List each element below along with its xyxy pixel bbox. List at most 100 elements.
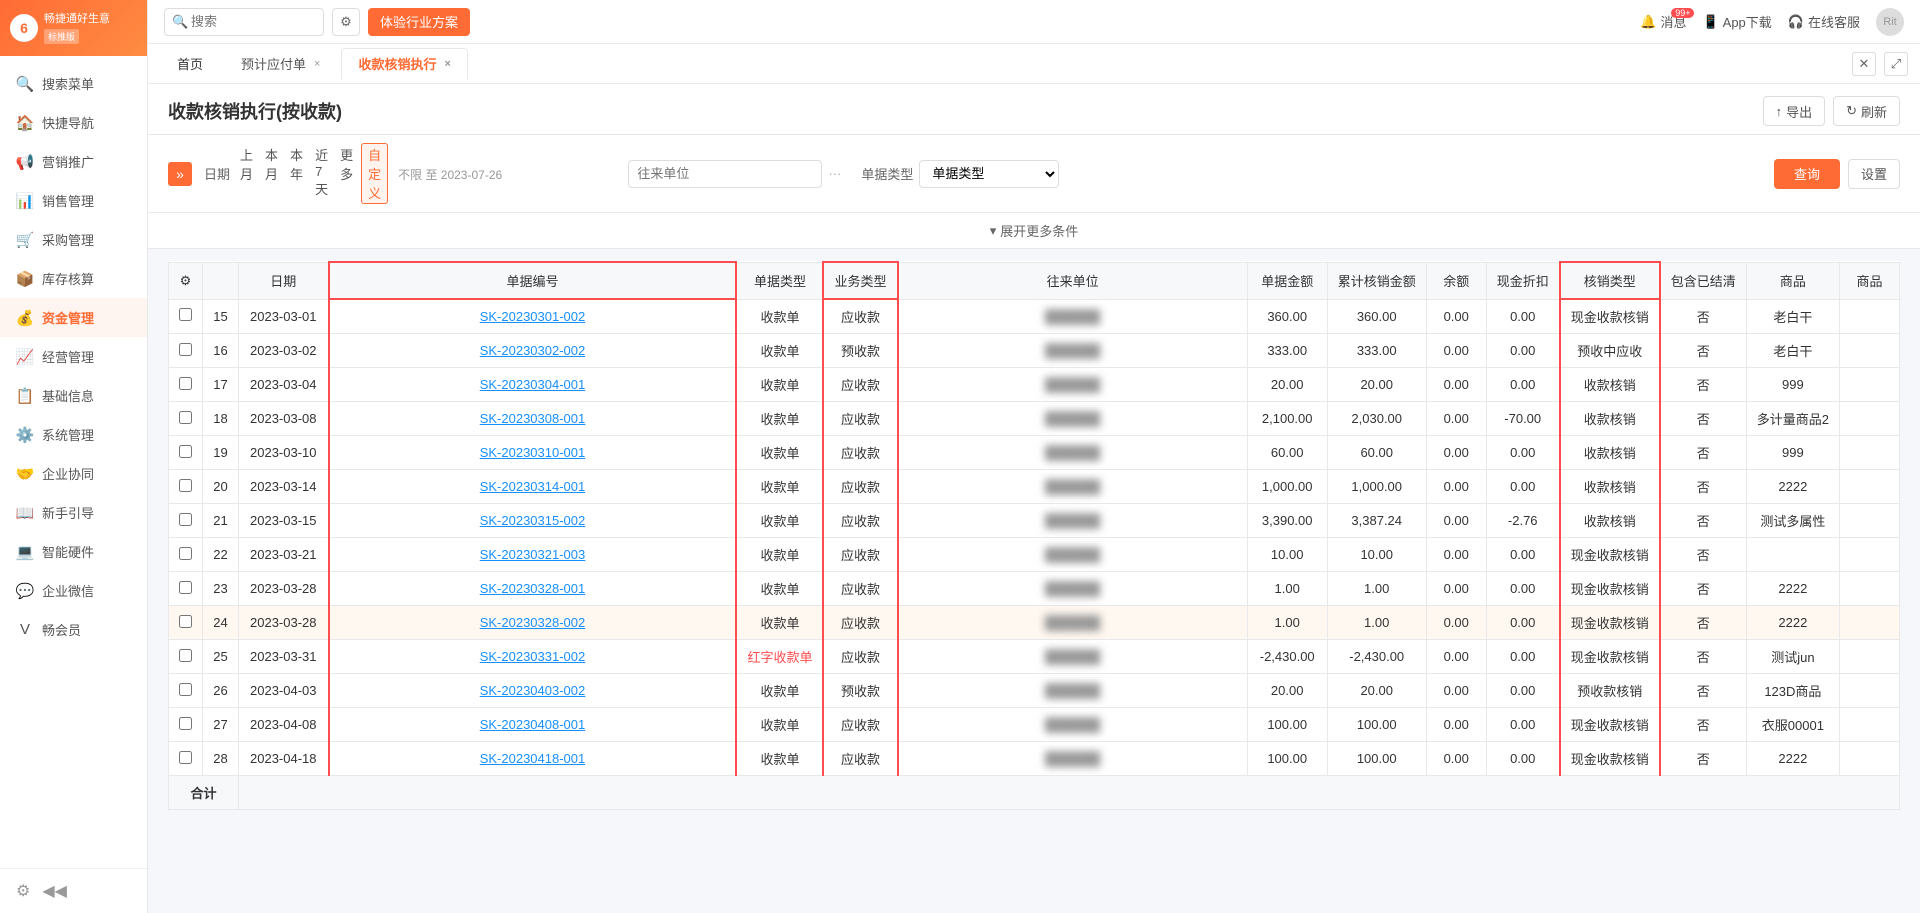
th-included[interactable]: 包含已结清 [1660,262,1747,299]
cell-settings[interactable] [169,708,203,742]
export-button[interactable]: ↑ 导出 [1763,96,1826,126]
tab-prepay[interactable]: 预计应付单 × [224,48,337,80]
sn-link[interactable]: SK-20230408-001 [480,717,586,732]
partner-filter-input[interactable] [628,160,822,188]
sidebar-item-guide[interactable]: 📖 新手引导 [0,493,147,532]
cell-settings[interactable] [169,470,203,504]
filter-settings-button[interactable]: 设置 [1848,159,1900,189]
collapse-icon[interactable]: ◀◀ [42,881,67,901]
tab-collection[interactable]: 收款核销执行 × [341,48,467,80]
sidebar-item-finance[interactable]: 💰 资金管理 [0,298,147,337]
row-checkbox[interactable] [179,581,192,594]
sn-link[interactable]: SK-20230301-002 [480,309,586,324]
date-this-year[interactable]: 本年 [286,143,307,204]
sidebar-item-enterprise[interactable]: 🤝 企业协同 [0,454,147,493]
trial-industry-button[interactable]: 体验行业方案 [368,8,470,36]
sidebar-item-sales[interactable]: 📊 销售管理 [0,181,147,220]
settings-gear-icon[interactable]: ⚙ [16,881,30,901]
app-download-link[interactable]: 📱 App下载 [1702,12,1771,31]
cell-settings[interactable] [169,606,203,640]
sidebar-item-purchase[interactable]: 🛒 采购管理 [0,220,147,259]
row-checkbox[interactable] [179,751,192,764]
sidebar-item-system[interactable]: ⚙️ 系统管理 [0,415,147,454]
tab-close-all-button[interactable]: ✕ [1852,52,1876,76]
th-goods2[interactable]: 商品 [1840,262,1900,299]
tab-restore-button[interactable]: ⤢ [1884,52,1908,76]
sn-link[interactable]: SK-20230315-002 [480,513,586,528]
row-checkbox[interactable] [179,547,192,560]
receipt-type-select[interactable]: 单据类型 [919,160,1059,188]
sn-link[interactable]: SK-20230314-001 [480,479,586,494]
cell-settings[interactable] [169,572,203,606]
sidebar-item-marketing[interactable]: 📢 营销推广 [0,142,147,181]
sn-link[interactable]: SK-20230321-003 [480,547,586,562]
row-checkbox[interactable] [179,717,192,730]
th-amount[interactable]: 单据金额 [1247,262,1327,299]
topnav-search-input[interactable] [164,8,324,36]
topnav-gear-button[interactable]: ⚙ [332,8,360,36]
cell-settings[interactable] [169,299,203,334]
sn-link[interactable]: SK-20230403-002 [480,683,586,698]
date-7days[interactable]: 近7天 [311,143,332,204]
cell-settings[interactable] [169,504,203,538]
date-custom[interactable]: 自定义 [361,143,388,204]
cell-settings[interactable] [169,368,203,402]
tab-prepay-close-icon[interactable]: × [314,58,320,70]
sidebar-item-hardware[interactable]: 💻 智能硬件 [0,532,147,571]
tab-home[interactable]: 首页 [160,48,220,80]
th-cumulative[interactable]: 累计核销金额 [1327,262,1426,299]
sn-link[interactable]: SK-20230328-001 [480,581,586,596]
row-checkbox[interactable] [179,445,192,458]
date-more[interactable]: 更多 [336,143,357,204]
sn-link[interactable]: SK-20230308-001 [480,411,586,426]
partner-more-dots[interactable]: ··· [828,166,841,181]
sn-link[interactable]: SK-20230331-002 [480,649,586,664]
th-sn[interactable]: 单据编号 [329,262,737,299]
th-goods[interactable]: 商品 [1746,262,1839,299]
th-settings[interactable]: ⚙ [169,262,203,299]
user-avatar[interactable]: Rit [1876,8,1904,36]
row-checkbox[interactable] [179,308,192,321]
cell-settings[interactable] [169,674,203,708]
th-cancel-type[interactable]: 核销类型 [1560,262,1660,299]
refresh-button[interactable]: ↻ 刷新 [1833,96,1900,126]
sidebar-item-member[interactable]: V 畅会员 [0,610,147,649]
sn-link[interactable]: SK-20230310-001 [480,445,586,460]
sidebar-item-search[interactable]: 🔍 搜索菜单 [0,64,147,103]
sidebar-item-operation[interactable]: 📈 经营管理 [0,337,147,376]
cell-settings[interactable] [169,436,203,470]
sn-link[interactable]: SK-20230328-002 [480,615,586,630]
th-date[interactable]: 日期 [239,262,329,299]
row-checkbox[interactable] [179,683,192,696]
date-last-month[interactable]: 上月 [236,143,257,204]
th-partner[interactable]: 往来单位 [898,262,1248,299]
row-checkbox[interactable] [179,343,192,356]
tab-collection-close-icon[interactable]: × [444,58,450,70]
row-checkbox[interactable] [179,411,192,424]
online-support-link[interactable]: 🎧 在线客服 [1788,12,1860,31]
expand-more-button[interactable]: ▾ 展开更多条件 [982,217,1087,244]
th-biz[interactable]: 业务类型 [823,262,897,299]
sidebar-item-shortcut[interactable]: 🏠 快捷导航 [0,103,147,142]
cell-settings[interactable] [169,640,203,674]
sidebar-item-inventory[interactable]: 📦 库存核算 [0,259,147,298]
message-notification[interactable]: 🔔 消息 99+ [1640,12,1686,31]
row-checkbox[interactable] [179,615,192,628]
th-balance[interactable]: 余额 [1426,262,1486,299]
row-checkbox[interactable] [179,377,192,390]
th-discount[interactable]: 现金折扣 [1486,262,1560,299]
row-checkbox[interactable] [179,479,192,492]
th-type[interactable]: 单据类型 [736,262,823,299]
query-button[interactable]: 查询 [1774,159,1840,189]
row-checkbox[interactable] [179,513,192,526]
cell-settings[interactable] [169,402,203,436]
sn-link[interactable]: SK-20230418-001 [480,751,586,766]
date-this-month[interactable]: 本月 [261,143,282,204]
cell-settings[interactable] [169,334,203,368]
sidebar-item-wechat[interactable]: 💬 企业微信 [0,571,147,610]
sn-link[interactable]: SK-20230302-002 [480,343,586,358]
sidebar-item-basic[interactable]: 📋 基础信息 [0,376,147,415]
row-checkbox[interactable] [179,649,192,662]
filter-toggle-button[interactable]: » [168,162,192,186]
cell-settings[interactable] [169,538,203,572]
